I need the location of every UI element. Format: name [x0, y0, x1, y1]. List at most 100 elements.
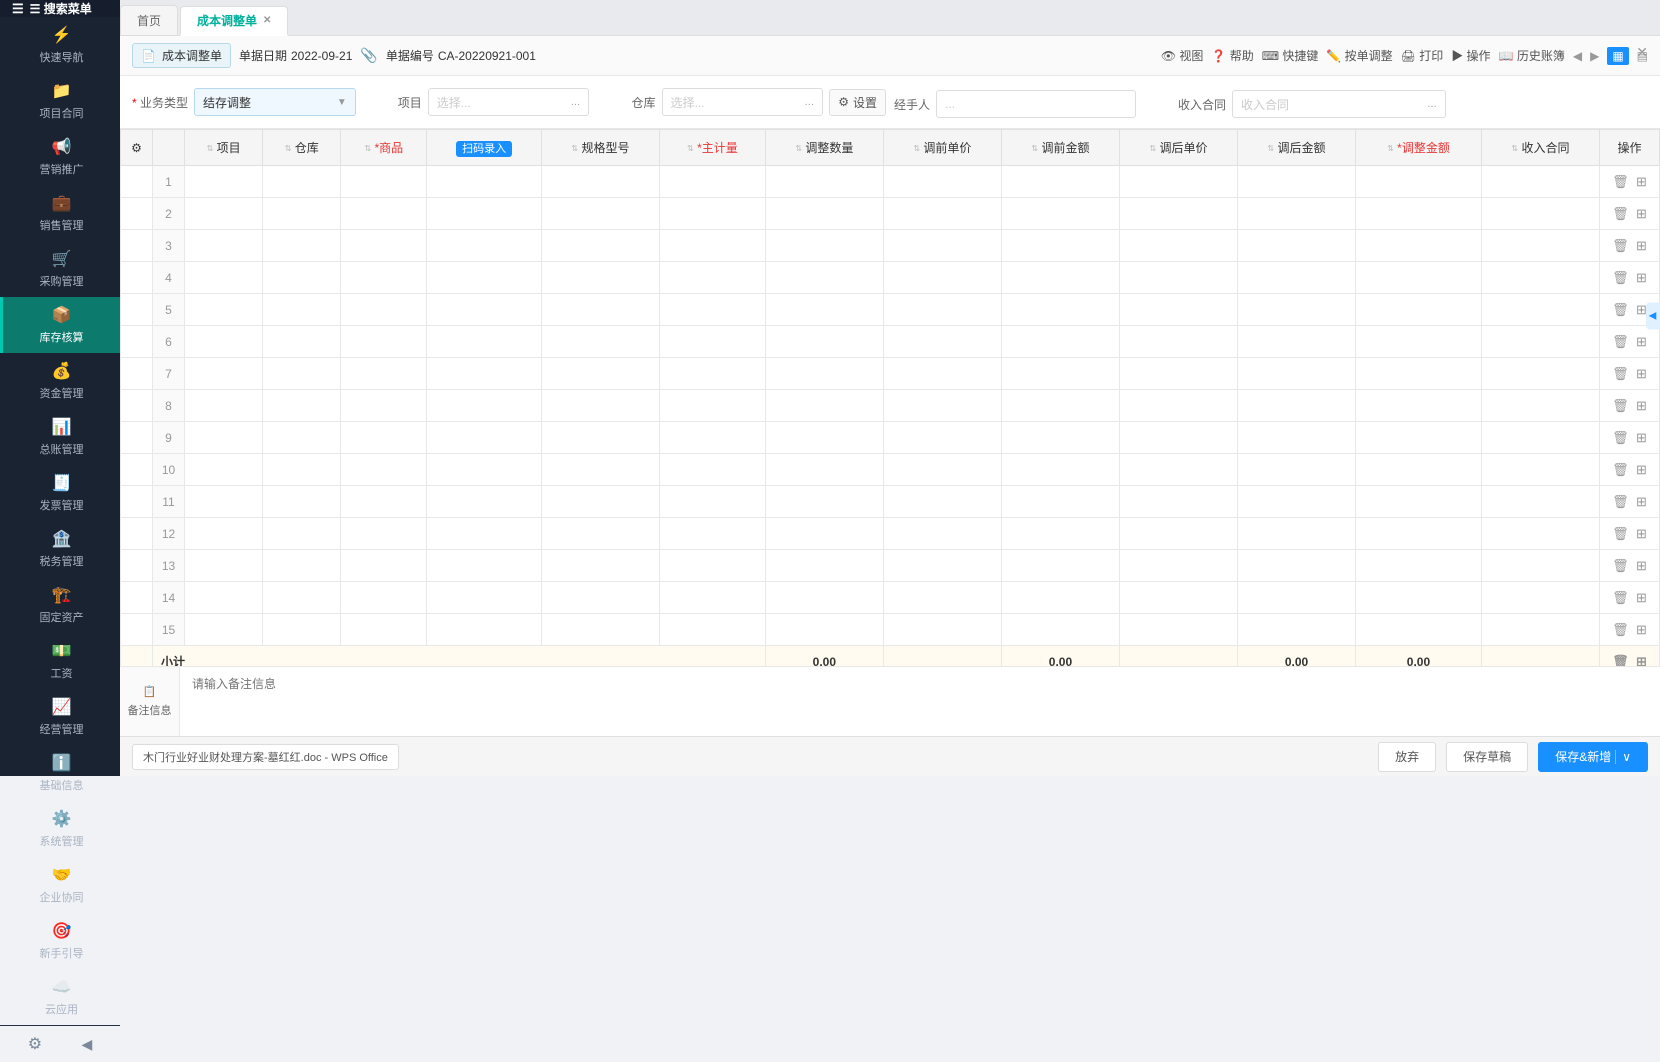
- row-action-cell[interactable]: 🗑 ⊞: [1600, 486, 1660, 518]
- row-project-cell[interactable]: [185, 550, 263, 582]
- copy-row-icon[interactable]: ⊞: [1636, 398, 1647, 413]
- row-adj-amount-cell[interactable]: [1356, 166, 1482, 198]
- copy-row-icon[interactable]: ⊞: [1636, 590, 1647, 605]
- row-unit-cell[interactable]: [659, 582, 765, 614]
- operation-btn[interactable]: ▶ 操作: [1451, 47, 1490, 64]
- tab-home[interactable]: 首页: [120, 5, 178, 35]
- row-unit-cell[interactable]: [659, 294, 765, 326]
- row-spec-cell[interactable]: [541, 230, 659, 262]
- copy-row-icon[interactable]: ⊞: [1636, 494, 1647, 509]
- row-after-price-cell[interactable]: [1119, 262, 1237, 294]
- row-scan-cell[interactable]: [427, 550, 542, 582]
- row-before-amount-cell[interactable]: [1001, 614, 1119, 646]
- row-before-amount-cell[interactable]: [1001, 422, 1119, 454]
- row-before-amount-cell[interactable]: [1001, 550, 1119, 582]
- row-before-price-cell[interactable]: [883, 390, 1001, 422]
- row-adj-qty-cell[interactable]: [765, 518, 883, 550]
- row-project-cell[interactable]: [185, 230, 263, 262]
- row-after-amount-cell[interactable]: [1238, 198, 1356, 230]
- row-income-contract-cell[interactable]: [1481, 358, 1599, 390]
- row-adj-qty-cell[interactable]: [765, 550, 883, 582]
- row-action-cell[interactable]: 🗑 ⊞: [1600, 358, 1660, 390]
- th-adj-amount[interactable]: ⇅ *调整金额: [1356, 130, 1482, 166]
- row-adj-qty-cell[interactable]: [765, 166, 883, 198]
- row-after-price-cell[interactable]: [1119, 326, 1237, 358]
- handler-input[interactable]: ...: [936, 90, 1136, 118]
- row-before-amount-cell[interactable]: [1001, 198, 1119, 230]
- th-warehouse[interactable]: ⇅ 仓库: [263, 130, 341, 166]
- row-warehouse-cell[interactable]: [263, 294, 341, 326]
- print-btn[interactable]: 🖨 打印: [1401, 47, 1444, 64]
- th-gear[interactable]: ⚙: [121, 130, 153, 166]
- delete-row-icon[interactable]: 🗑: [1612, 462, 1629, 477]
- row-income-contract-cell[interactable]: [1481, 614, 1599, 646]
- row-scan-cell[interactable]: [427, 614, 542, 646]
- row-spec-cell[interactable]: [541, 550, 659, 582]
- row-before-amount-cell[interactable]: [1001, 454, 1119, 486]
- row-action-cell[interactable]: 🗑 ⊞: [1600, 422, 1660, 454]
- row-before-price-cell[interactable]: [883, 294, 1001, 326]
- row-action-cell[interactable]: 🗑 ⊞: [1600, 550, 1660, 582]
- row-after-price-cell[interactable]: [1119, 518, 1237, 550]
- sidebar-item-tax[interactable]: 🏦 税务管理: [0, 521, 120, 577]
- row-spec-cell[interactable]: [541, 518, 659, 550]
- row-unit-cell[interactable]: [659, 326, 765, 358]
- row-adj-qty-cell[interactable]: [765, 262, 883, 294]
- row-unit-cell[interactable]: [659, 166, 765, 198]
- sidebar-item-sales-promo[interactable]: 📢 营销推广: [0, 129, 120, 185]
- row-goods-cell[interactable]: [341, 230, 427, 262]
- row-before-amount-cell[interactable]: [1001, 166, 1119, 198]
- row-unit-cell[interactable]: [659, 358, 765, 390]
- row-goods-cell[interactable]: [341, 454, 427, 486]
- sidebar-logo-text[interactable]: ☰ 搜索菜单: [30, 0, 92, 17]
- row-action-cell[interactable]: 🗑 ⊞: [1600, 518, 1660, 550]
- row-scan-cell[interactable]: [427, 198, 542, 230]
- copy-row-icon[interactable]: ⊞: [1636, 430, 1647, 445]
- layout-grid-icon[interactable]: ▦: [1607, 47, 1628, 65]
- delete-row-icon[interactable]: 🗑: [1612, 206, 1629, 221]
- row-action-cell[interactable]: 🗑 ⊞: [1600, 230, 1660, 262]
- row-action-cell[interactable]: 🗑 ⊞: [1600, 614, 1660, 646]
- row-warehouse-cell[interactable]: [263, 326, 341, 358]
- row-after-price-cell[interactable]: [1119, 422, 1237, 454]
- row-warehouse-cell[interactable]: [263, 550, 341, 582]
- row-adj-amount-cell[interactable]: [1356, 358, 1482, 390]
- row-action-cell[interactable]: 🗑 ⊞: [1600, 454, 1660, 486]
- row-spec-cell[interactable]: [541, 454, 659, 486]
- th-after-price[interactable]: ⇅ 调后单价: [1119, 130, 1237, 166]
- row-spec-cell[interactable]: [541, 166, 659, 198]
- row-adj-amount-cell[interactable]: [1356, 582, 1482, 614]
- warehouse-input[interactable]: 选择... …: [662, 88, 824, 116]
- row-project-cell[interactable]: [185, 390, 263, 422]
- row-action-cell[interactable]: 🗑 ⊞: [1600, 326, 1660, 358]
- row-adj-qty-cell[interactable]: [765, 294, 883, 326]
- row-project-cell[interactable]: [185, 518, 263, 550]
- row-scan-cell[interactable]: [427, 518, 542, 550]
- row-after-price-cell[interactable]: [1119, 294, 1237, 326]
- row-adj-qty-cell[interactable]: [765, 582, 883, 614]
- row-project-cell[interactable]: [185, 262, 263, 294]
- row-spec-cell[interactable]: [541, 614, 659, 646]
- row-after-amount-cell[interactable]: [1238, 454, 1356, 486]
- row-warehouse-cell[interactable]: [263, 518, 341, 550]
- th-spec[interactable]: ⇅ 规格型号: [541, 130, 659, 166]
- row-before-price-cell[interactable]: [883, 518, 1001, 550]
- row-after-price-cell[interactable]: [1119, 390, 1237, 422]
- copy-row-icon[interactable]: ⊞: [1636, 622, 1647, 637]
- row-warehouse-cell[interactable]: [263, 614, 341, 646]
- row-before-amount-cell[interactable]: [1001, 390, 1119, 422]
- delete-row-icon[interactable]: 🗑: [1612, 334, 1629, 349]
- th-unit[interactable]: ⇅ *主计量: [659, 130, 765, 166]
- delete-row-icon[interactable]: 🗑: [1612, 622, 1629, 637]
- row-before-amount-cell[interactable]: [1001, 262, 1119, 294]
- row-adj-qty-cell[interactable]: [765, 358, 883, 390]
- row-adj-amount-cell[interactable]: [1356, 326, 1482, 358]
- row-warehouse-cell[interactable]: [263, 454, 341, 486]
- tab-cost-adjust[interactable]: 成本调整单 ✕: [180, 6, 288, 36]
- delete-row-icon[interactable]: 🗑: [1612, 558, 1629, 573]
- row-adj-amount-cell[interactable]: [1356, 390, 1482, 422]
- row-warehouse-cell[interactable]: [263, 390, 341, 422]
- row-income-contract-cell[interactable]: [1481, 230, 1599, 262]
- row-before-price-cell[interactable]: [883, 326, 1001, 358]
- row-scan-cell[interactable]: [427, 294, 542, 326]
